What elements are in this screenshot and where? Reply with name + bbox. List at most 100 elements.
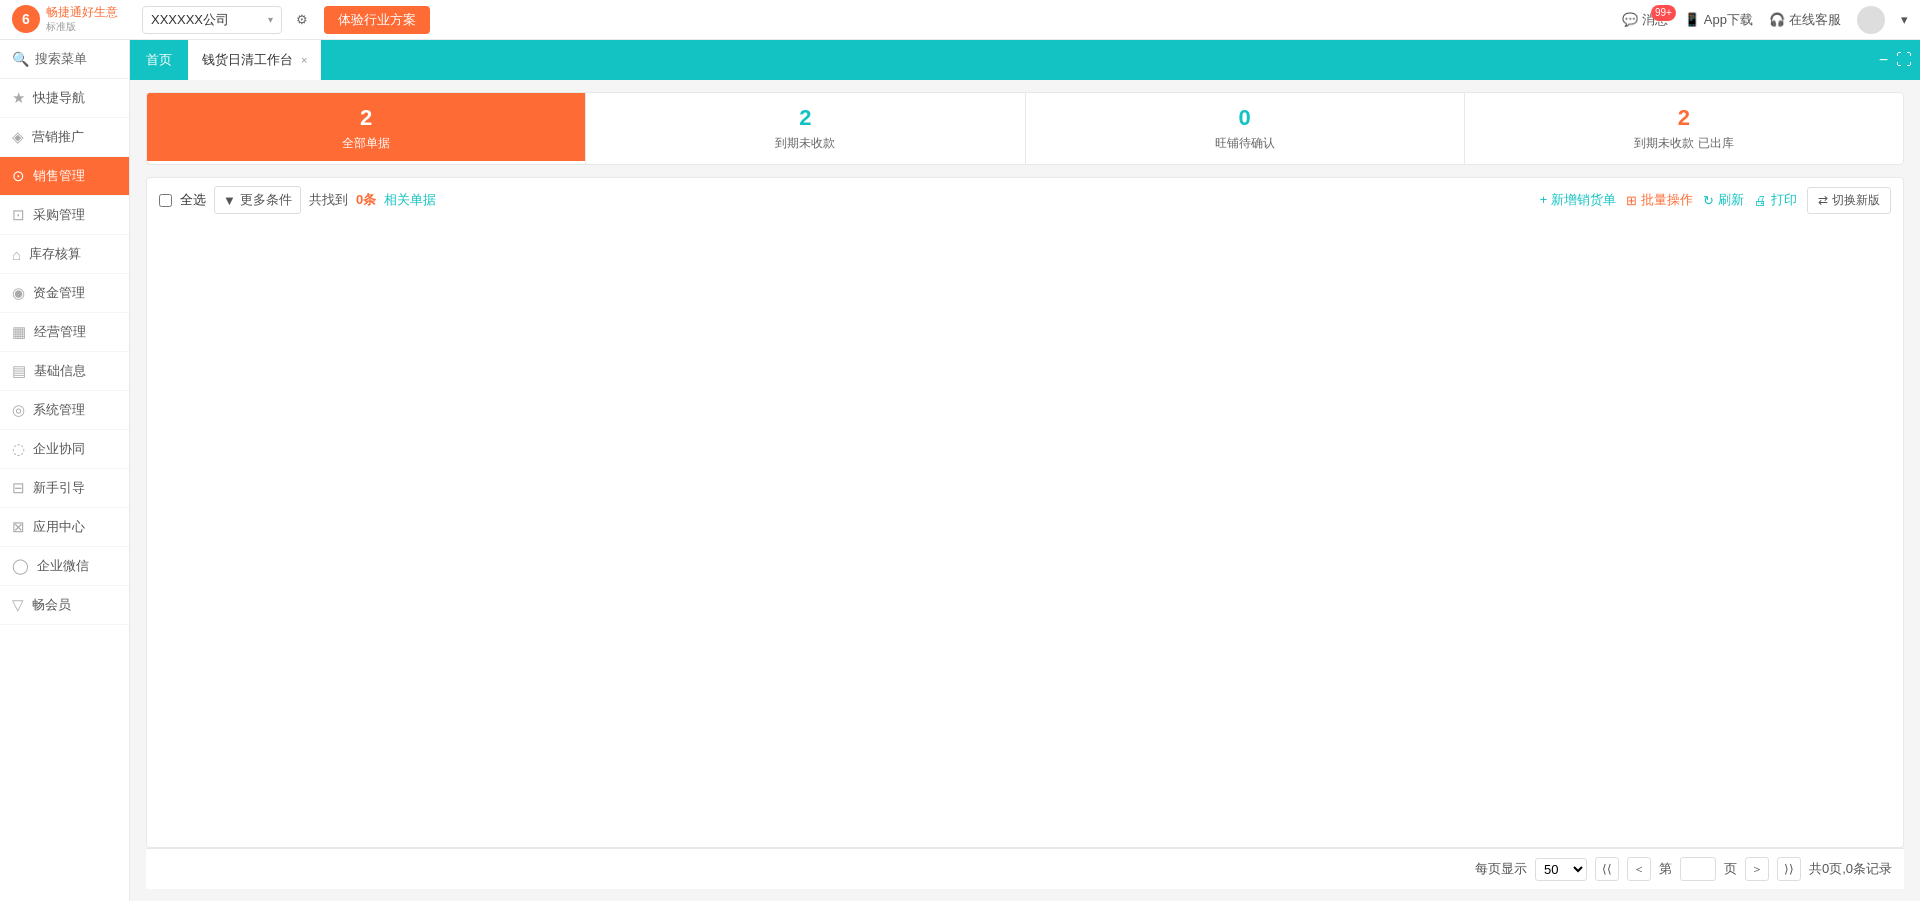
message-badge: 99+	[1651, 5, 1676, 21]
online-service-item[interactable]: 🎧 在线客服	[1769, 11, 1841, 29]
settings-icon[interactable]: ⚙	[288, 6, 316, 34]
avatar[interactable]	[1857, 6, 1885, 34]
tab-minimize-button[interactable]: −	[1879, 51, 1888, 69]
sidebar-item-guide[interactable]: ⊟ 新手引导	[0, 469, 129, 508]
company-selector[interactable]: XXXXXX公司 ▾	[142, 6, 282, 34]
online-service-label: 在线客服	[1789, 11, 1841, 29]
trial-button[interactable]: 体验行业方案	[324, 6, 430, 34]
message-icon: 💬	[1622, 12, 1638, 27]
tab-bar: 首页 钱货日清工作台 × − ⛶	[130, 40, 1920, 80]
sidebar: 🔍搜索菜单★快捷导航◈营销推广 ⊙ 销售管理 ⊡采购管理⌂库存核算◉资金管理▦经营管理…	[0, 40, 130, 901]
page-input[interactable]: 1	[1680, 857, 1716, 881]
stat-card-1[interactable]: 2 到期未收款	[586, 93, 1025, 164]
sidebar-search[interactable]: 🔍搜索菜单	[0, 40, 129, 79]
sidebar-icon-marketing: ◈	[12, 128, 24, 146]
sidebar-icon-guide: ⊟	[12, 479, 25, 497]
stat-card-2[interactable]: 0 旺铺待确认	[1026, 93, 1465, 164]
logo-text-area: 畅捷通好生意 标准版	[46, 5, 118, 33]
logo-area: 6 畅捷通好生意 标准版	[12, 5, 142, 33]
sidebar-item-quick-nav[interactable]: ★快捷导航	[0, 79, 129, 118]
sidebar-label-system: 系统管理	[33, 401, 85, 419]
logo-badge: 标准版	[46, 20, 118, 34]
app-icon: 📱	[1684, 12, 1700, 27]
sidebar-label-sales: 销售管理	[33, 167, 85, 185]
main-layout: 🔍搜索菜单★快捷导航◈营销推广 ⊙ 销售管理 ⊡采购管理⌂库存核算◉资金管理▦经营管理…	[0, 40, 1920, 901]
stat-label-2: 旺铺待确认	[1215, 135, 1275, 152]
tab-active[interactable]: 钱货日清工作台 ×	[188, 40, 321, 80]
sidebar-item-app-center[interactable]: ⊠应用中心	[0, 508, 129, 547]
sidebar-item-inventory[interactable]: ⌂库存核算	[0, 235, 129, 274]
sidebar-icon-member: ▽	[12, 596, 24, 614]
top-right: 💬 消息 99+ 📱 App下载 🎧 在线客服 ▾	[1622, 6, 1908, 34]
table-area	[146, 222, 1904, 848]
print-icon: 🖨	[1754, 193, 1767, 208]
sidebar-label-operation: 经营管理	[34, 323, 86, 341]
sidebar-label-app-center: 应用中心	[33, 518, 85, 536]
sidebar-item-cooperation[interactable]: ◌企业协同	[0, 430, 129, 469]
sidebar-item-member[interactable]: ▽ 畅会员	[0, 586, 129, 625]
sidebar-item-basic-info[interactable]: ▤ 基础信息	[0, 352, 129, 391]
sidebar-label-cooperation: 企业协同	[33, 440, 85, 458]
tab-bar-right: − ⛶	[1879, 51, 1920, 69]
prev-page-button[interactable]: ＜	[1627, 857, 1651, 881]
logo-name: 畅捷通好生意	[46, 5, 118, 19]
found-prefix: 共找到	[309, 191, 348, 209]
sidebar-search-label: 搜索菜单	[35, 50, 87, 68]
print-button[interactable]: 🖨 打印	[1754, 191, 1797, 209]
logo-icon: 6	[12, 5, 40, 33]
switch-icon: ⇄	[1818, 193, 1828, 207]
user-name: ▾	[1901, 12, 1908, 27]
refresh-label: 刷新	[1718, 191, 1744, 209]
app-download-item[interactable]: 📱 App下载	[1684, 11, 1753, 29]
print-label: 打印	[1771, 191, 1797, 209]
stat-label-1: 到期未收款	[775, 135, 835, 152]
per-page-select[interactable]: 50 100 200	[1535, 858, 1587, 881]
sidebar-label-guide: 新手引导	[33, 479, 85, 497]
sidebar-icon-basic-info: ▤	[12, 362, 26, 380]
sidebar-label-member: 畅会员	[32, 596, 71, 614]
stat-number-0: 2	[360, 105, 372, 131]
sidebar-item-system[interactable]: ◎系统管理	[0, 391, 129, 430]
last-page-button[interactable]: ⟩⟩	[1777, 857, 1801, 881]
tab-maximize-button[interactable]: ⛶	[1896, 51, 1912, 69]
batch-operation-button[interactable]: ⊞ 批量操作	[1626, 191, 1693, 209]
tab-close-icon[interactable]: ×	[301, 54, 307, 66]
switch-version-button[interactable]: ⇄ 切换新版	[1807, 187, 1891, 214]
message-item[interactable]: 💬 消息 99+	[1622, 11, 1668, 29]
page-suffix: 页	[1724, 860, 1737, 878]
sidebar-icon-finance: ◉	[12, 284, 25, 302]
sidebar-item-operation[interactable]: ▦经营管理	[0, 313, 129, 352]
filter-button[interactable]: ▼ 更多条件	[214, 186, 301, 214]
toolbar-left: 全选 ▼ 更多条件 共找到 0条 相关单据	[159, 186, 1528, 214]
sidebar-label-quick-nav: 快捷导航	[33, 89, 85, 107]
sidebar-item-finance[interactable]: ◉资金管理	[0, 274, 129, 313]
stat-card-3[interactable]: 2 到期未收款 已出库	[1465, 93, 1903, 164]
total-info: 共0页,0条记录	[1809, 860, 1892, 878]
sidebar-item-sales[interactable]: ⊙ 销售管理	[0, 157, 129, 196]
sidebar-label-basic-info: 基础信息	[34, 362, 86, 380]
batch-label: 批量操作	[1641, 191, 1693, 209]
stats-row: 2 全部单据 2 到期未收款 0 旺铺待确认 2 到期未收款 已出库	[146, 92, 1904, 165]
filter-label: 更多条件	[240, 191, 292, 209]
found-link[interactable]: 相关单据	[384, 191, 436, 209]
tab-home[interactable]: 首页	[130, 40, 188, 80]
sidebar-icon-wechat: ◯	[12, 557, 29, 575]
refresh-button[interactable]: ↻ 刷新	[1703, 191, 1744, 209]
new-order-button[interactable]: + 新增销货单	[1540, 191, 1616, 209]
sidebar-item-marketing[interactable]: ◈营销推广	[0, 118, 129, 157]
top-bar: 6 畅捷通好生意 标准版 XXXXXX公司 ▾ ⚙ 体验行业方案 💬 消息 99…	[0, 0, 1920, 40]
service-icon: 🎧	[1769, 12, 1785, 27]
stat-card-0[interactable]: 2 全部单据	[147, 93, 586, 164]
select-all-checkbox[interactable]	[159, 194, 172, 207]
tab-label: 钱货日清工作台	[202, 51, 293, 69]
sidebar-icon-sales: ⊙	[12, 167, 25, 185]
found-count: 0条	[356, 191, 376, 209]
sidebar-icon-purchase: ⊡	[12, 206, 25, 224]
per-page-label: 每页显示	[1475, 860, 1527, 878]
next-page-button[interactable]: ＞	[1745, 857, 1769, 881]
sidebar-item-purchase[interactable]: ⊡采购管理	[0, 196, 129, 235]
page-label: 第	[1659, 860, 1672, 878]
first-page-button[interactable]: ⟨⟨	[1595, 857, 1619, 881]
stat-label-3: 到期未收款 已出库	[1634, 135, 1733, 152]
sidebar-item-wechat[interactable]: ◯企业微信	[0, 547, 129, 586]
